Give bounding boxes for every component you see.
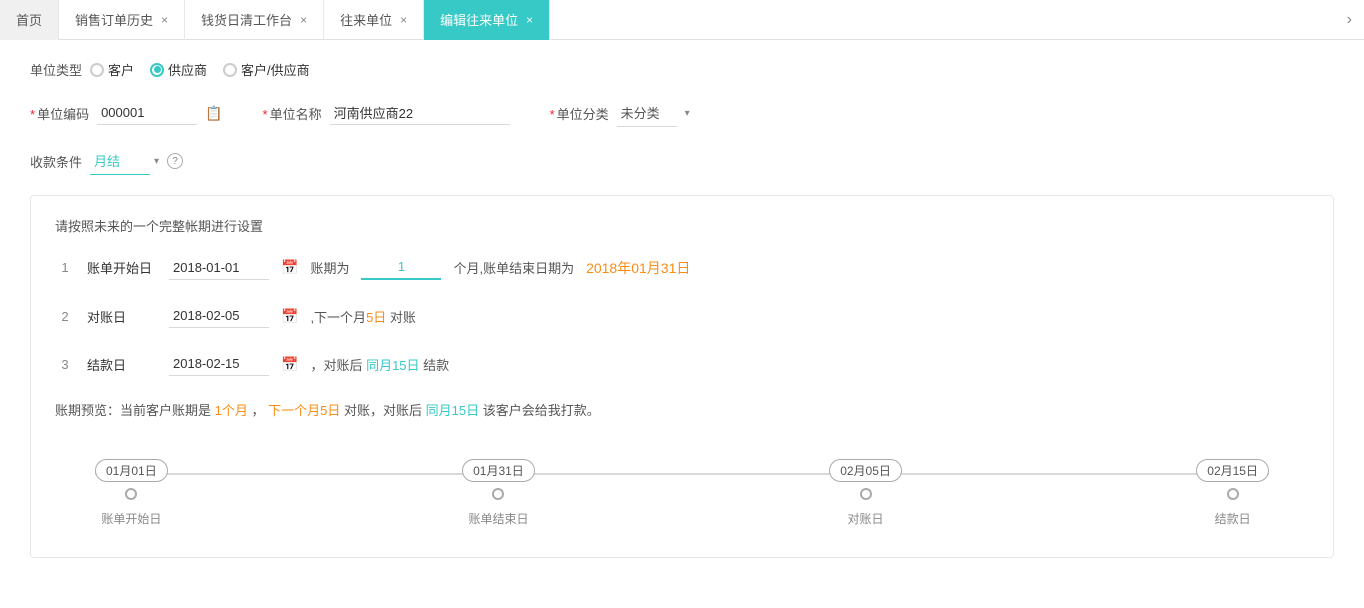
payment-terms-help[interactable]: ? <box>167 153 183 169</box>
timeline-points: 01月01日 账单开始日 01月31日 账单结束日 02月05日 对账日 02月… <box>95 459 1269 527</box>
main-content: 单位类型 客户 供应商 客户/供应商 <box>0 40 1364 608</box>
payment-day-highlight: 同月15日 <box>366 358 419 373</box>
radio-group: 客户 供应商 客户/供应商 <box>90 60 310 79</box>
payment-desc: ，对账后 同月15日 结款 <box>310 355 449 374</box>
preview-p1: 1个月 <box>215 403 248 418</box>
unit-code-star: * <box>30 107 35 122</box>
tab-edit-partner[interactable]: 编辑往来单位 × <box>424 0 550 40</box>
reconcile-day-highlight: 5日 <box>366 310 386 325</box>
unit-name-group: *单位名称 <box>263 101 510 125</box>
timeline-label-2: 对账日 <box>848 510 884 527</box>
timeline-dot-1 <box>492 488 504 500</box>
payment-row: 3 结款日 📅 ，对账后 同月15日 结款 <box>55 352 1309 376</box>
reconcile-cal-icon[interactable]: 📅 <box>281 308 298 325</box>
radio-customer[interactable]: 客户 <box>90 60 134 79</box>
reconcile-row: 2 对账日 📅 ,下一个月5日 对账 <box>55 304 1309 328</box>
tab-cash-clear[interactable]: 钱货日清工作台 × <box>185 0 324 40</box>
preview-p3: 同月15日 <box>426 403 479 418</box>
row-num-2: 2 <box>55 309 75 324</box>
unit-type-row: 单位类型 客户 供应商 客户/供应商 <box>30 60 1334 79</box>
row-num-1: 1 <box>55 260 75 275</box>
billing-start-row: 1 账单开始日 📅 账期为 个月,账单结束日期为 2018年01月31日 <box>55 255 1309 280</box>
unit-type-group: 单位类型 客户 供应商 客户/供应商 <box>30 60 310 79</box>
preview-text: 账期预览：当前客户账期是 1个月 ， 下一个月5日 对账，对账后 同月15日 该… <box>55 400 1309 419</box>
radio-circle-supplier <box>150 63 164 77</box>
radio-circle-both <box>223 63 237 77</box>
radio-circle-customer <box>90 63 104 77</box>
unit-category-select[interactable]: 未分类 <box>617 99 677 127</box>
unit-code-group: *单位编码 📋 <box>30 101 223 125</box>
unit-category-star: * <box>550 107 555 122</box>
timeline-badge-2: 02月05日 <box>829 459 902 482</box>
timeline-label-0: 账单开始日 <box>101 510 161 527</box>
field-label-1: 账单开始日 <box>87 258 157 277</box>
timeline-dot-0 <box>125 488 137 500</box>
timeline-dot-2 <box>860 488 872 500</box>
preview-p2: 下一个月5日 <box>268 403 340 418</box>
payment-terms-chevron[interactable]: ▾ <box>154 156 159 167</box>
radio-supplier[interactable]: 供应商 <box>150 60 207 79</box>
tab-sales-order[interactable]: 销售订单历史 × <box>59 0 185 40</box>
timeline-badge-0: 01月01日 <box>95 459 168 482</box>
payment-terms-label: 收款条件 <box>30 152 82 171</box>
timeline-point-0: 01月01日 账单开始日 <box>95 459 168 527</box>
tab-bar: 首页 销售订单历史 × 钱货日清工作台 × 往来单位 × 编辑往来单位 × › <box>0 0 1364 40</box>
tab-home[interactable]: 首页 <box>0 0 59 40</box>
close-edit-partner[interactable]: × <box>526 13 533 27</box>
reconcile-desc: ,下一个月5日 对账 <box>310 307 415 326</box>
tab-more-button[interactable]: › <box>1335 0 1364 40</box>
radio-both[interactable]: 客户/供应商 <box>223 60 310 79</box>
timeline-badge-1: 01月31日 <box>462 459 535 482</box>
section-title: 请按照未来的一个完整帐期进行设置 <box>55 216 1309 235</box>
unit-name-label: *单位名称 <box>263 104 322 123</box>
timeline-point-2: 02月05日 对账日 <box>829 459 902 527</box>
billing-period-prefix: 账期为 <box>310 258 349 277</box>
billing-end-date-highlight: 2018年01月31日 <box>586 258 690 278</box>
unit-info-row: *单位编码 📋 *单位名称 *单位分类 未分类 ▾ <box>30 99 1334 127</box>
unit-code-copy-icon[interactable]: 📋 <box>205 105 222 122</box>
billing-period-input[interactable] <box>361 255 441 280</box>
field-label-2: 对账日 <box>87 307 157 326</box>
payment-terms-select-group: 月结 ▾ <box>90 147 159 175</box>
unit-category-label: *单位分类 <box>550 104 609 123</box>
billing-start-cal-icon[interactable]: 📅 <box>281 259 298 276</box>
payment-terms-group: 收款条件 月结 ▾ ? <box>30 147 183 175</box>
timeline: 01月01日 账单开始日 01月31日 账单结束日 02月05日 对账日 02月… <box>55 439 1309 537</box>
timeline-point-1: 01月31日 账单结束日 <box>462 459 535 527</box>
payment-terms-row: 收款条件 月结 ▾ ? <box>30 147 1334 175</box>
unit-code-input[interactable] <box>97 101 197 125</box>
close-sales-order[interactable]: × <box>161 13 168 27</box>
billing-start-date-input[interactable] <box>169 256 269 280</box>
row-num-3: 3 <box>55 357 75 372</box>
unit-name-input[interactable] <box>330 101 510 125</box>
billing-period-suffix: 个月,账单结束日期为 <box>453 258 574 277</box>
radio-dot-supplier <box>154 66 161 73</box>
period-settings-section: 请按照未来的一个完整帐期进行设置 1 账单开始日 📅 账期为 个月,账单结束日期… <box>30 195 1334 558</box>
timeline-dot-3 <box>1227 488 1239 500</box>
timeline-point-3: 02月15日 结款日 <box>1196 459 1269 527</box>
unit-category-chevron[interactable]: ▾ <box>685 108 690 119</box>
timeline-label-3: 结款日 <box>1215 510 1251 527</box>
reconcile-date-input[interactable] <box>169 304 269 328</box>
timeline-badge-3: 02月15日 <box>1196 459 1269 482</box>
close-cash-clear[interactable]: × <box>300 13 307 27</box>
unit-code-label: *单位编码 <box>30 104 89 123</box>
payment-cal-icon[interactable]: 📅 <box>281 356 298 373</box>
timeline-label-1: 账单结束日 <box>468 510 528 527</box>
unit-category-group: *单位分类 未分类 ▾ <box>550 99 690 127</box>
unit-name-star: * <box>263 107 268 122</box>
tab-partner[interactable]: 往来单位 × <box>324 0 424 40</box>
payment-date-input[interactable] <box>169 352 269 376</box>
payment-terms-select[interactable]: 月结 <box>90 147 150 175</box>
unit-type-label: 单位类型 <box>30 60 82 79</box>
close-partner[interactable]: × <box>400 13 407 27</box>
field-label-3: 结款日 <box>87 355 157 374</box>
